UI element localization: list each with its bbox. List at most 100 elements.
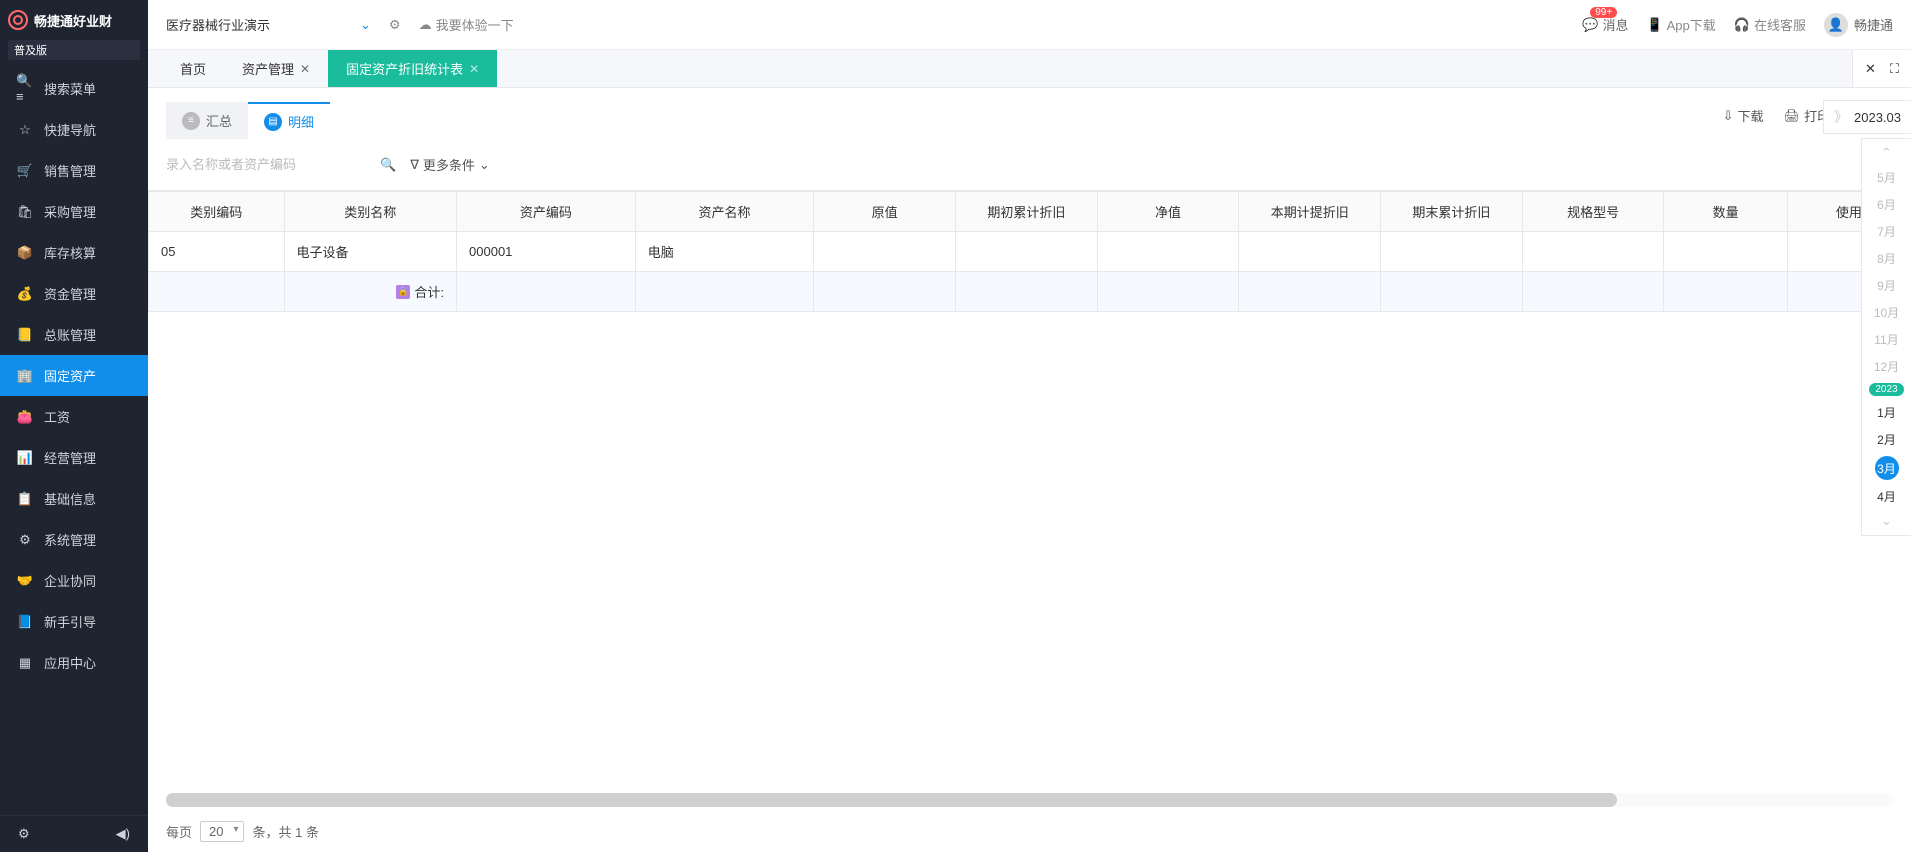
menu-icon: 📊 [16,449,34,467]
th-asset-code[interactable]: 资产编码 [457,192,636,232]
search-icon[interactable]: 🔍 [380,157,396,173]
scrollbar-thumb[interactable] [166,793,1617,807]
cloud-icon: ☁ [419,17,432,33]
org-name: 医疗器械行业演示 [166,15,270,34]
period-month[interactable]: 5月 [1877,167,1896,188]
th-qty[interactable]: 数量 [1664,192,1787,232]
sidebar-item-1[interactable]: ☆快捷导航 [0,109,148,150]
print-icon: 🖨 [1784,108,1801,124]
collapse-sidebar-icon[interactable]: ◀) [116,826,130,842]
sidebar-item-0[interactable]: 🔍≡搜索菜单 [0,68,148,109]
menu-icon: 📦 [16,244,34,262]
sidebar-item-6[interactable]: 📒总账管理 [0,314,148,355]
period-month[interactable]: 8月 [1877,248,1896,269]
menu-icon: 🏢 [16,367,34,385]
period-prev-icon[interactable]: ⌃ [1881,145,1892,161]
page-tab-0[interactable]: 首页 [162,50,224,87]
table-header-row: 类别编码 类别名称 资产编码 资产名称 原值 期初累计折旧 净值 本期计提折旧 … [149,192,1911,232]
search-input[interactable] [166,151,366,178]
view-tab-detail[interactable]: ▤ 明细 [248,102,330,139]
messages-button[interactable]: 99+ 💬 消息 [1582,15,1628,34]
period-month[interactable]: 6月 [1877,194,1896,215]
menu-icon: 🤝 [16,572,34,590]
sidebar-item-11[interactable]: ⚙系统管理 [0,519,148,560]
close-all-tabs-icon[interactable]: ✕ [1865,61,1876,77]
period-current-tag[interactable]: 》 2023.03 [1823,100,1911,134]
user-menu[interactable]: 👤 畅捷通 [1824,13,1893,37]
menu-icon: 💰 [16,285,34,303]
collapse-period-icon[interactable]: 》 [1834,107,1848,127]
period-month[interactable]: 1月 [1877,402,1896,423]
sidebar-item-12[interactable]: 🤝企业协同 [0,560,148,601]
table-row[interactable]: 05电子设备000001电脑 [149,232,1911,272]
more-filters-button[interactable]: ∇ 更多条件 ⌄ [410,155,490,174]
close-tab-icon[interactable]: ✕ [300,62,310,76]
pagination: 每页 20 条，共 1 条 [148,811,1911,852]
th-spec[interactable]: 规格型号 [1522,192,1664,232]
tabs-actions: ✕ ⛶ [1852,50,1911,87]
th-end-dep[interactable]: 期末累计折旧 [1381,192,1523,232]
detail-icon: ▤ [264,113,282,131]
period-month[interactable]: 11月 [1874,329,1898,350]
period-month[interactable]: 4月 [1877,486,1896,507]
sidebar-item-4[interactable]: 📦库存核算 [0,232,148,273]
summary-icon: ≡ [182,112,200,130]
sidebar-item-8[interactable]: 👛工资 [0,396,148,437]
close-tab-icon[interactable]: ✕ [469,62,479,76]
sidebar-item-13[interactable]: 📘新手引导 [0,601,148,642]
period-month[interactable]: 3月 [1875,456,1899,480]
th-asset-name[interactable]: 资产名称 [635,192,814,232]
sidebar-item-5[interactable]: 💰资金管理 [0,273,148,314]
sidebar-item-2[interactable]: 🛒销售管理 [0,150,148,191]
per-page-select[interactable]: 20 [200,821,244,842]
th-cat-name[interactable]: 类别名称 [284,192,457,232]
menu-icon: 🛒 [16,162,34,180]
th-cur-dep[interactable]: 本期计提折旧 [1239,192,1381,232]
sidebar-item-9[interactable]: 📊经营管理 [0,437,148,478]
topbar: 医疗器械行业演示 ⌄ ⚙ ☁ 我要体验一下 99+ 💬 消息 📱 App下载 [148,0,1911,50]
page-tab-2[interactable]: 固定资产折旧统计表✕ [328,50,497,87]
sidebar-item-10[interactable]: 📋基础信息 [0,478,148,519]
page-tabs: 首页资产管理✕固定资产折旧统计表✕ ✕ ⛶ [148,50,1911,88]
download-icon: ⇩ [1723,108,1734,124]
brand-name: 畅捷通好业财 [34,11,112,30]
brand-logo: 畅捷通好业财 [0,0,148,40]
lock-icon: 🔒 [396,285,410,299]
period-month[interactable]: 12月 [1874,356,1899,377]
sidebar-item-7[interactable]: 🏢固定资产 [0,355,148,396]
content-panel: ≡ 汇总 ▤ 明细 ⇩下载 🖨打印 ⟳刷新 🔍 ∇ 更多条件 ⌄ [148,88,1911,852]
menu-icon: 🔍≡ [16,80,34,98]
topbar-right: 99+ 💬 消息 📱 App下载 🎧 在线客服 👤 畅捷通 [1582,13,1893,37]
view-tab-summary[interactable]: ≡ 汇总 [166,102,248,139]
org-selector[interactable]: 医疗器械行业演示 ⌄ [166,15,371,34]
th-begin-dep[interactable]: 期初累计折旧 [956,192,1098,232]
phone-icon: 📱 [1646,17,1662,33]
sidebar: 畅捷通好业财 普及版 🔍≡搜索菜单☆快捷导航🛒销售管理🛍采购管理📦库存核算💰资金… [0,0,148,852]
period-month[interactable]: 2月 [1877,429,1896,450]
period-next-icon[interactable]: ⌄ [1881,513,1892,529]
horizontal-scrollbar[interactable] [166,793,1893,807]
period-month[interactable]: 7月 [1877,221,1896,242]
brand-edition: 普及版 [8,40,140,60]
try-button[interactable]: ☁ 我要体验一下 [419,15,514,34]
fullscreen-icon[interactable]: ⛶ [1890,61,1899,77]
period-panel: ⌃5月6月7月8月9月10月11月12月20231月2月3月4月⌄ [1861,138,1911,536]
period-month[interactable]: 9月 [1877,275,1896,296]
page-tab-1[interactable]: 资产管理✕ [224,50,328,87]
settings-icon[interactable]: ⚙ [18,826,30,842]
chevron-down-icon: ⌄ [479,157,490,173]
th-cat-code[interactable]: 类别编码 [149,192,285,232]
chat-icon: 💬 [1582,17,1598,33]
app-download-button[interactable]: 📱 App下载 [1646,15,1715,34]
th-net[interactable]: 净值 [1097,192,1239,232]
support-button[interactable]: 🎧 在线客服 [1734,15,1806,34]
per-page-label: 每页 [166,822,192,841]
sidebar-item-14[interactable]: ▦应用中心 [0,642,148,683]
period-month[interactable]: 10月 [1874,302,1899,323]
settings-gear-icon[interactable]: ⚙ [389,17,401,33]
download-button[interactable]: ⇩下载 [1723,106,1764,125]
th-orig[interactable]: 原值 [814,192,956,232]
sidebar-item-3[interactable]: 🛍采购管理 [0,191,148,232]
menu-icon: ⚙ [16,531,34,549]
brand-icon [8,10,28,30]
